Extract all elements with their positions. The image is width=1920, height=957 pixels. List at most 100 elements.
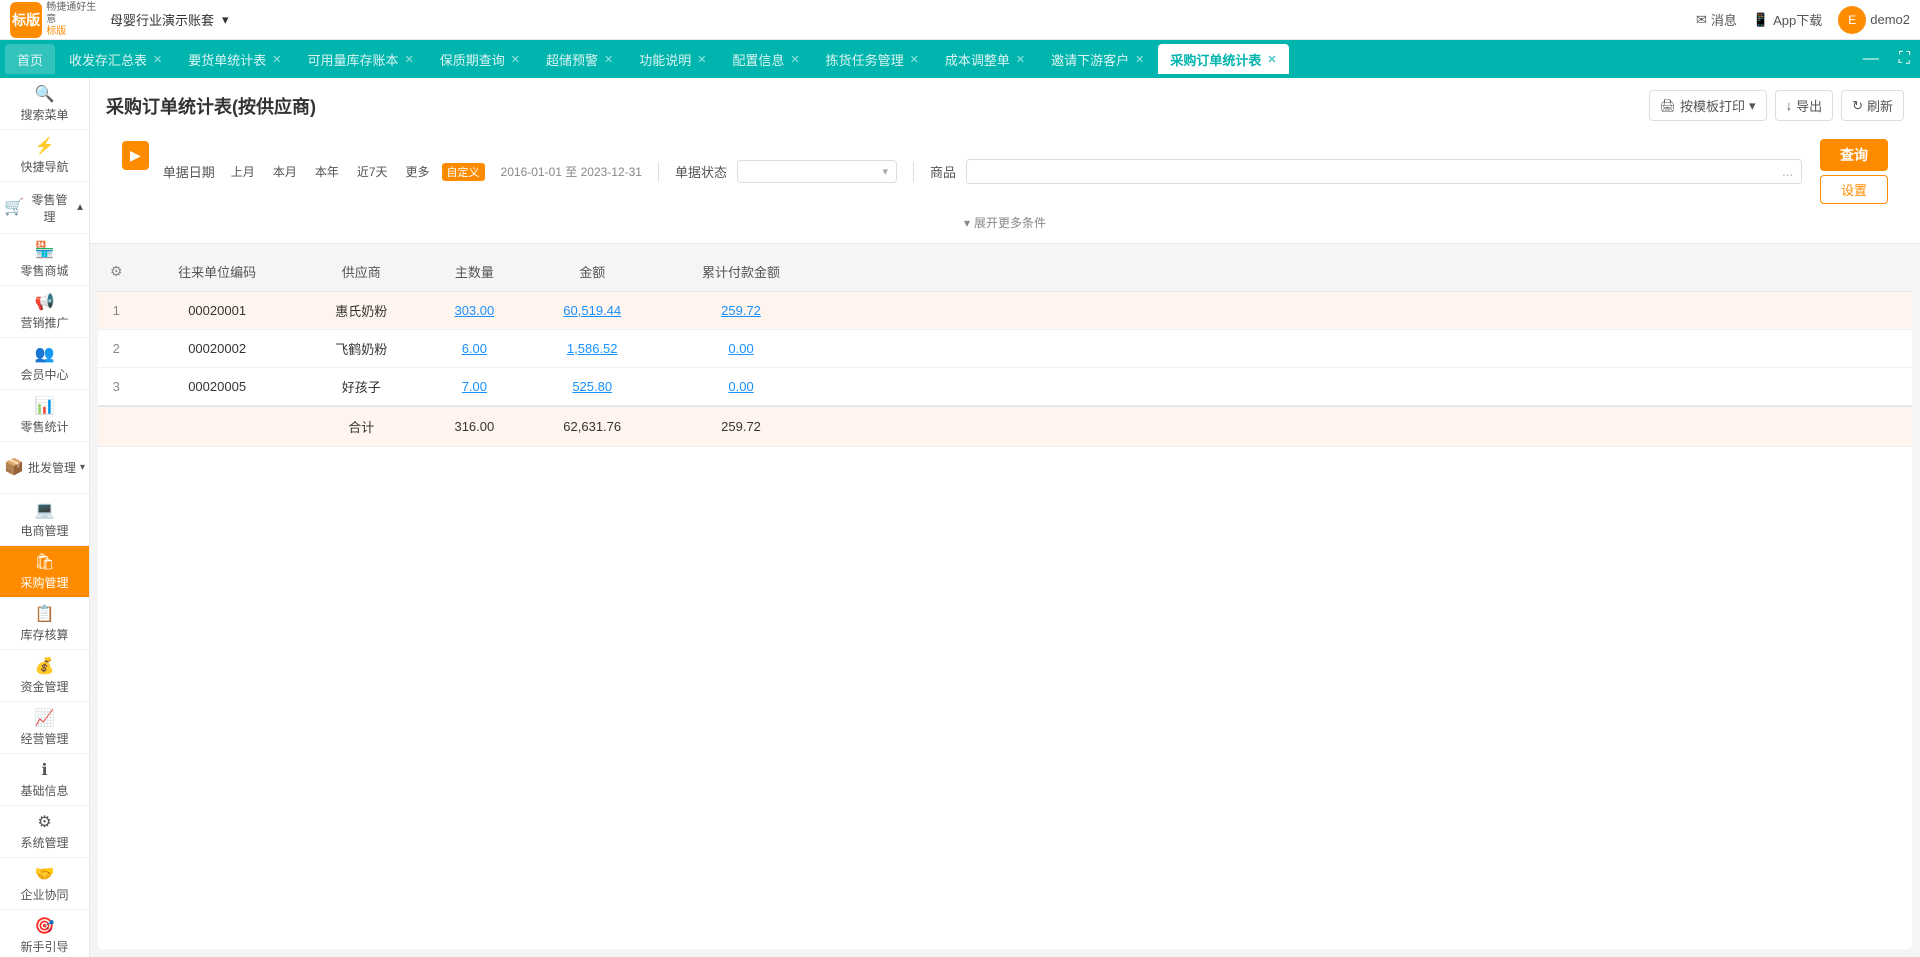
- sidebar-item-ecommerce[interactable]: 💻 电商管理: [0, 494, 89, 546]
- close-icon[interactable]: ✕: [604, 53, 613, 66]
- sidebar-item-wholesale[interactable]: 📦 批发管理 ▾: [0, 442, 89, 494]
- date-last-month[interactable]: 上月: [225, 161, 261, 182]
- amount-3[interactable]: 525.80: [526, 368, 658, 407]
- logo-area: 标版 畅捷通好生意 标版: [10, 2, 100, 38]
- settings-btn[interactable]: 设置: [1820, 175, 1888, 204]
- sidebar-item-purchase[interactable]: 🛍 采购管理: [0, 546, 89, 598]
- finance-icon: 💰: [35, 656, 55, 676]
- amount-1[interactable]: 60,519.44: [526, 292, 658, 330]
- extra-2: [824, 330, 1912, 368]
- sidebar-item-search[interactable]: 🔍 搜索菜单: [0, 78, 89, 130]
- close-icon[interactable]: ✕: [697, 53, 706, 66]
- close-icon[interactable]: ✕: [1135, 53, 1144, 66]
- table-row: 3 00020005 好孩子 7.00 525.80 0.00: [98, 368, 1912, 407]
- row-num-3: 3: [98, 368, 135, 407]
- amount-2[interactable]: 1,586.52: [526, 330, 658, 368]
- tab-gongneng[interactable]: 功能说明 ✕: [627, 44, 718, 74]
- paid-2[interactable]: 0.00: [658, 330, 823, 368]
- tab-keyongliang[interactable]: 可用量库存账本 ✕: [295, 44, 425, 74]
- more-options-icon[interactable]: ...: [1782, 164, 1793, 179]
- sidebar-item-member[interactable]: 👥 会员中心: [0, 338, 89, 390]
- refresh-btn[interactable]: ↻ 刷新: [1841, 90, 1904, 121]
- wholesale-icon: 📦: [4, 457, 24, 477]
- date-more[interactable]: 更多: [400, 161, 436, 182]
- tab-jianhuo[interactable]: 拣货任务管理 ✕: [814, 44, 931, 74]
- qty-1[interactable]: 303.00: [423, 292, 526, 330]
- main-layout: 🔍 搜索菜单 ⚡ 快捷导航 🛒 零售管理 ▲ 🏪 零售商城 📢 营销推广 👥 会…: [0, 78, 1920, 957]
- nav-minimize-btn[interactable]: —: [1857, 48, 1885, 70]
- sidebar-item-marketing[interactable]: 📢 营销推广: [0, 286, 89, 338]
- member-icon: 👥: [35, 344, 55, 364]
- date-this-month[interactable]: 本月: [267, 161, 303, 182]
- goods-input[interactable]: ...: [966, 159, 1802, 184]
- tab-yaoqing[interactable]: 邀请下游客户 ✕: [1039, 44, 1156, 74]
- row-num-1: 1: [98, 292, 135, 330]
- tab-caigou-active[interactable]: 采购订单统计表 ✕: [1158, 44, 1288, 74]
- workspace-selector[interactable]: 母婴行业演示账套 ▾: [110, 10, 1696, 29]
- tab-baozhi[interactable]: 保质期查询 ✕: [428, 44, 532, 74]
- close-icon[interactable]: ✕: [1267, 53, 1276, 66]
- chevron-down-icon: ▾: [1749, 98, 1756, 114]
- custom-date-badge[interactable]: 自定义: [442, 163, 485, 181]
- tab-home[interactable]: 首页: [5, 44, 55, 74]
- filter-row: ▶ 单据日期 上月 本月 本年 近7天 更多 自定义 2016-01-01 至 …: [106, 131, 1904, 208]
- qty-2[interactable]: 6.00: [423, 330, 526, 368]
- sidebar-item-system[interactable]: ⚙ 系统管理: [0, 806, 89, 858]
- sidebar-item-finance[interactable]: 💰 资金管理: [0, 650, 89, 702]
- extra-1: [824, 292, 1912, 330]
- status-label: 单据状态: [675, 162, 727, 181]
- tab-shoufacun[interactable]: 收发存汇总表 ✕: [57, 44, 174, 74]
- close-icon[interactable]: ✕: [153, 53, 162, 66]
- row-num-2: 2: [98, 330, 135, 368]
- operation-icon: 📈: [35, 708, 55, 728]
- template-print-btn[interactable]: 🖨 按模板打印 ▾: [1649, 90, 1767, 121]
- sidebar-item-quicknav[interactable]: ⚡ 快捷导航: [0, 130, 89, 182]
- export-btn[interactable]: ↓ 导出: [1775, 90, 1834, 121]
- code-1: 00020001: [135, 292, 300, 330]
- code-3: 00020005: [135, 368, 300, 407]
- sidebar-item-collab[interactable]: 🤝 企业协同: [0, 858, 89, 910]
- user-profile[interactable]: E demo2: [1838, 6, 1910, 34]
- close-icon[interactable]: ✕: [910, 53, 919, 66]
- footer-label: 合计: [300, 406, 423, 447]
- page-title: 采购订单统计表(按供应商): [106, 93, 316, 119]
- qty-3[interactable]: 7.00: [423, 368, 526, 407]
- sidebar-item-store[interactable]: 🏪 零售商城: [0, 234, 89, 286]
- paid-3[interactable]: 0.00: [658, 368, 823, 407]
- date-7days[interactable]: 近7天: [351, 161, 394, 182]
- close-icon[interactable]: ✕: [272, 53, 281, 66]
- sidebar-item-retail-stats[interactable]: 📊 零售统计: [0, 390, 89, 442]
- status-select[interactable]: ▾: [737, 160, 897, 183]
- nav-fullscreen-btn[interactable]: ⛶: [1893, 48, 1916, 70]
- date-this-year[interactable]: 本年: [309, 161, 345, 182]
- query-btn[interactable]: 查询: [1820, 139, 1888, 171]
- filter-toggle-btn[interactable]: ▶: [122, 141, 149, 170]
- footer-amount: 62,631.76: [526, 406, 658, 447]
- tab-chengben[interactable]: 成本调整单 ✕: [933, 44, 1037, 74]
- goods-label: 商品: [930, 162, 956, 181]
- settings-gear-icon[interactable]: ⚙: [110, 263, 123, 279]
- tab-yaohuo[interactable]: 要货单统计表 ✕: [176, 44, 293, 74]
- th-extra: [824, 252, 1912, 292]
- message-btn[interactable]: ✉ 消息: [1696, 10, 1737, 29]
- avatar: E: [1838, 6, 1866, 34]
- page-title-row: 采购订单统计表(按供应商) 🖨 按模板打印 ▾ ↓ 导出 ↻ 刷新: [106, 90, 1904, 121]
- sidebar-item-inventory[interactable]: 📋 库存核算: [0, 598, 89, 650]
- close-icon[interactable]: ✕: [405, 53, 414, 66]
- sidebar-item-operation[interactable]: 📈 经营管理: [0, 702, 89, 754]
- th-paid: 累计付款金额: [658, 252, 823, 292]
- table-header: ⚙ 往来单位编码 供应商 主数量 金额 累计付款金额: [98, 252, 1912, 292]
- sidebar-item-basic[interactable]: ℹ 基础信息: [0, 754, 89, 806]
- close-icon[interactable]: ✕: [511, 53, 520, 66]
- close-icon[interactable]: ✕: [1016, 53, 1025, 66]
- close-icon[interactable]: ✕: [790, 53, 799, 66]
- expand-more-btn[interactable]: ▾ 展开更多条件: [964, 214, 1046, 231]
- sidebar-item-guide[interactable]: 🎯 新手引导: [0, 910, 89, 957]
- tab-chaochuyujing[interactable]: 超储预警 ✕: [534, 44, 625, 74]
- extra-3: [824, 368, 1912, 407]
- app-download-btn[interactable]: 📱 App下载: [1753, 10, 1822, 29]
- sidebar-item-retail[interactable]: 🛒 零售管理 ▲: [0, 182, 89, 234]
- basic-icon: ℹ: [41, 760, 47, 780]
- paid-1[interactable]: 259.72: [658, 292, 823, 330]
- tab-peizhi[interactable]: 配置信息 ✕: [720, 44, 811, 74]
